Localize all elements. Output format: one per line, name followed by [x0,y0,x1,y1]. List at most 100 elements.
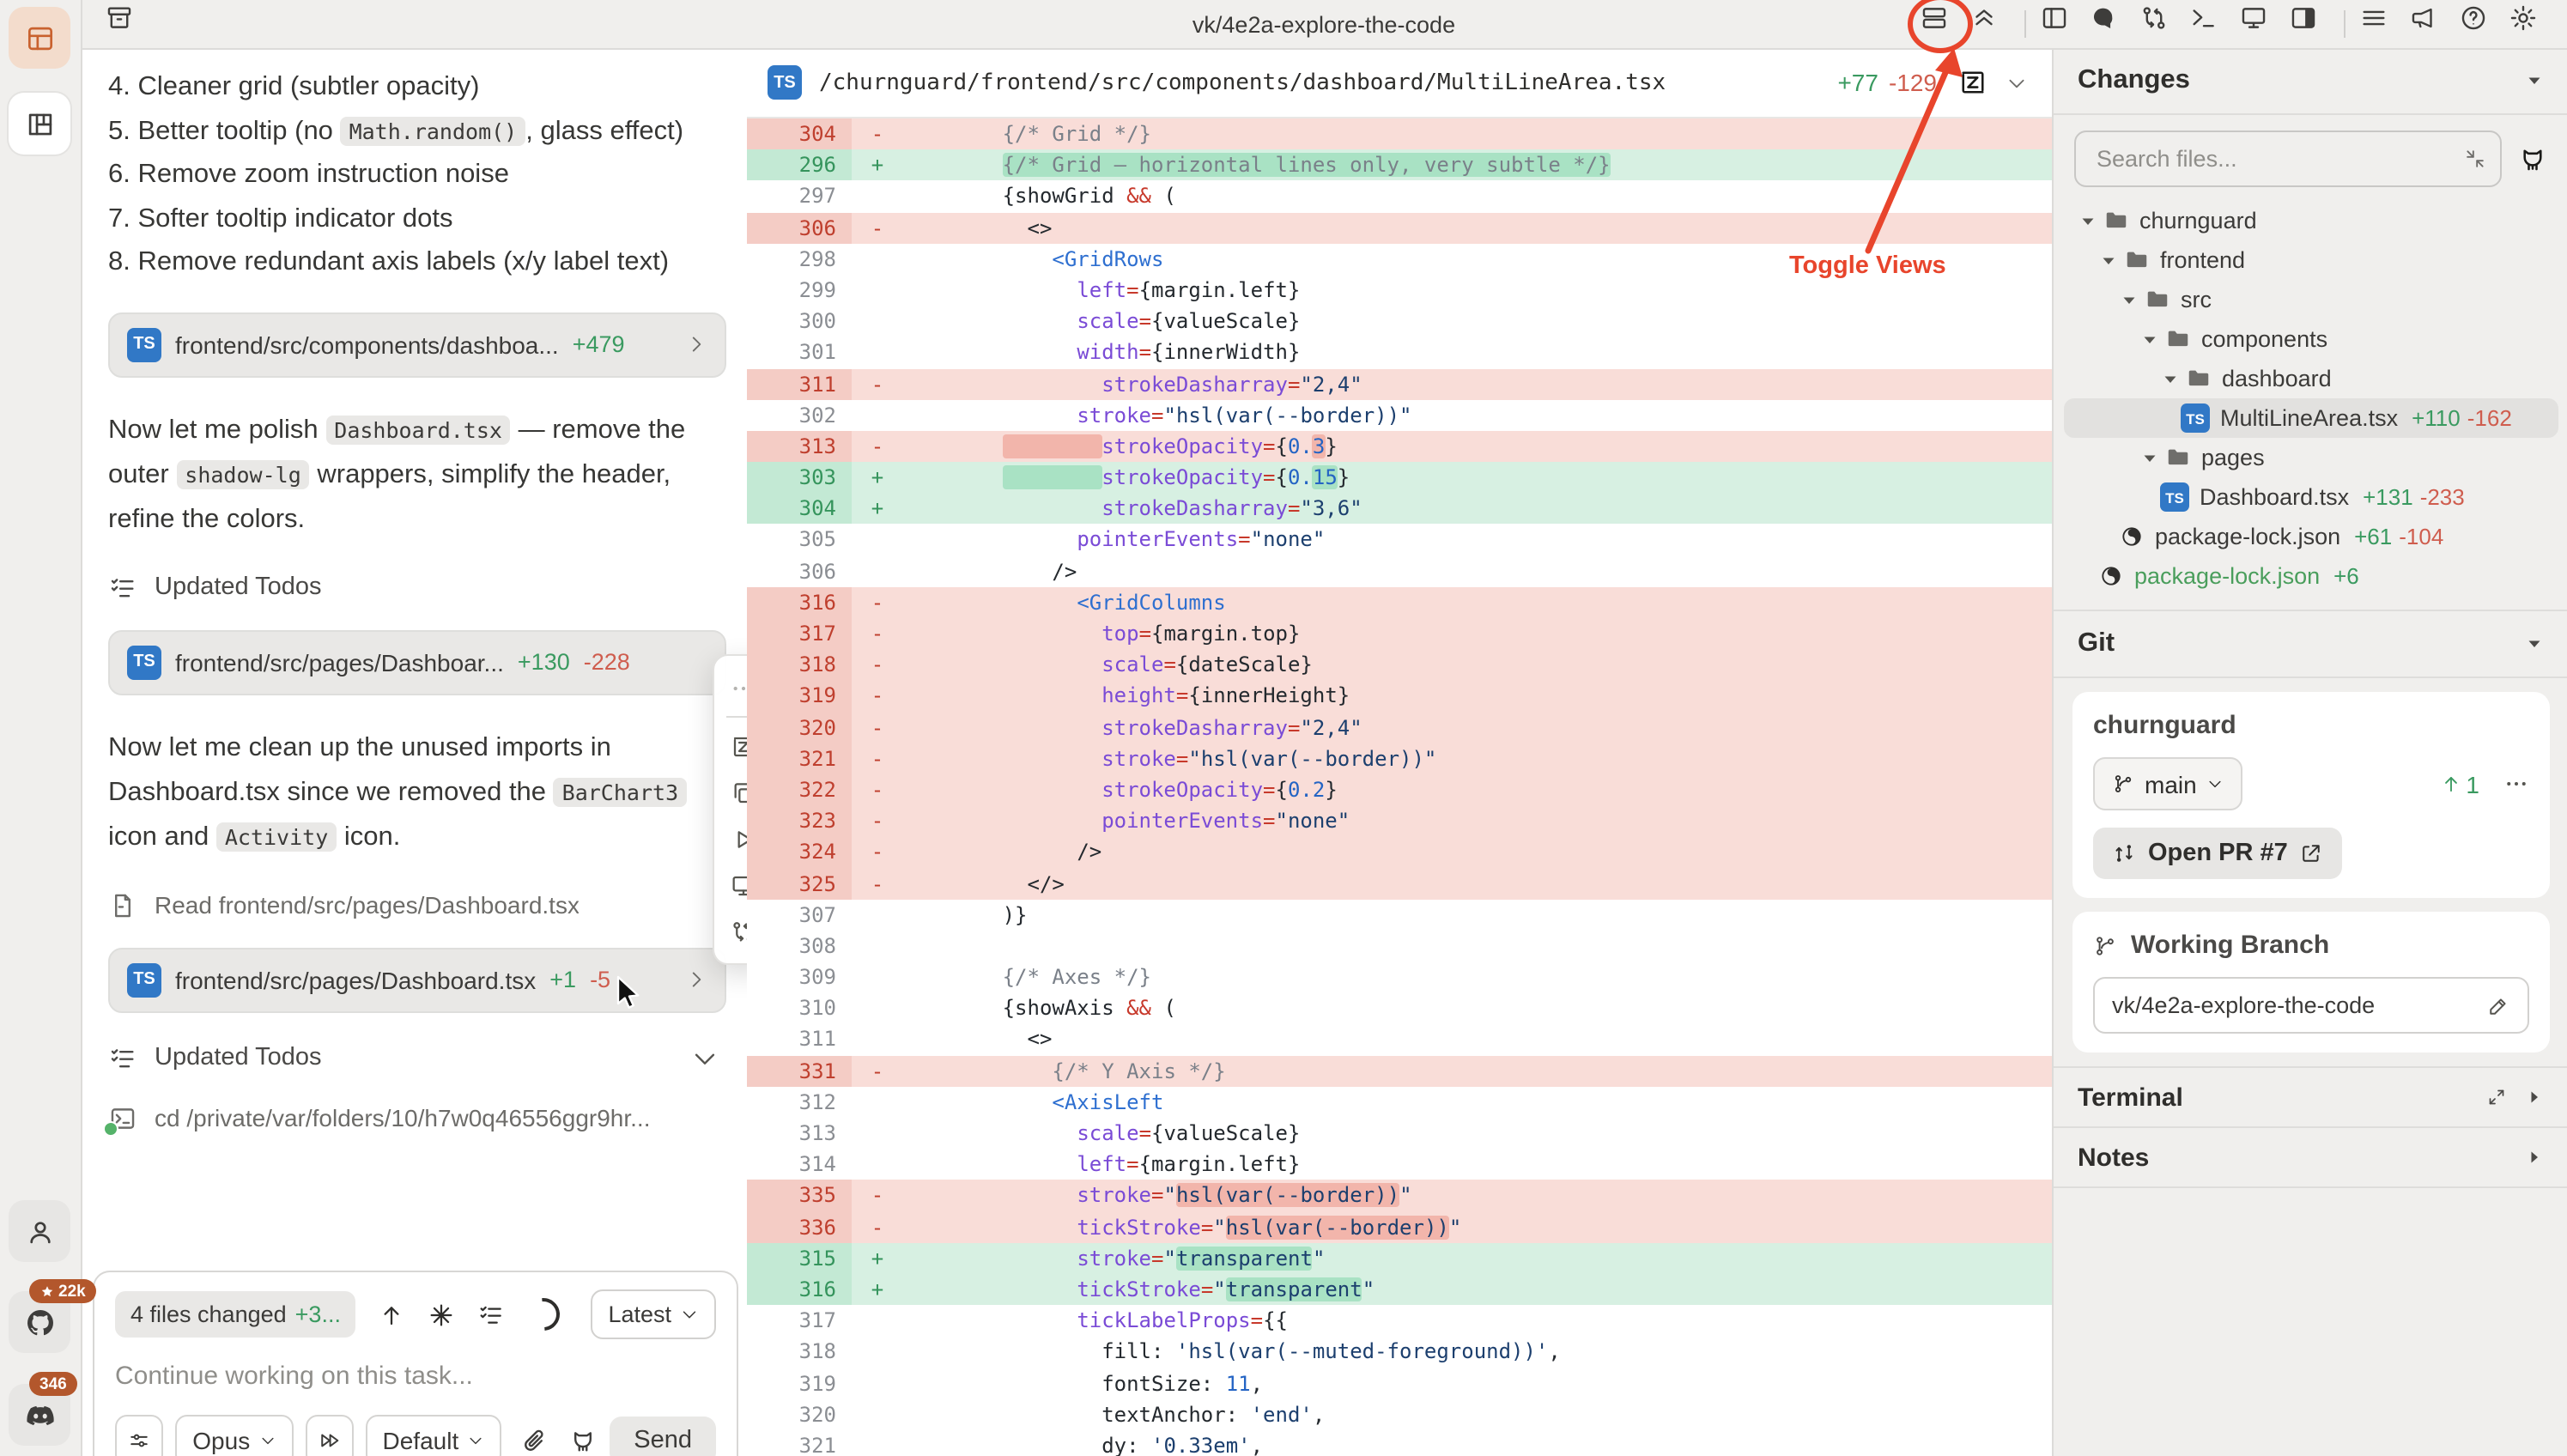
file-chip[interactable]: TSfrontend/src/components/dashboa...+479 [108,312,726,377]
diff-line-code: /> [903,837,2052,868]
diff-line: 319 fontSize: 11, [747,1368,2052,1398]
monitor-icon[interactable] [2239,3,2280,45]
rail-github-button[interactable]: 22k [9,1291,70,1353]
rail-person-button[interactable] [9,1200,70,1262]
scroll-up-button[interactable] [379,1301,406,1328]
copy-button[interactable] [714,769,749,816]
expand-icon[interactable] [2486,1087,2507,1107]
diff-line-marker: - [852,368,903,399]
composer-input[interactable]: Continue working on this task... [115,1362,716,1391]
github-badge: 22k [29,1279,96,1303]
gear-icon[interactable] [2509,3,2550,45]
tree-file-package-lock.json[interactable]: package-lock.json+6 [2064,556,2558,596]
search-files-box[interactable] [2074,130,2502,187]
tree-file-Dashboard.tsx[interactable]: TSDashboard.tsx+131-233 [2064,477,2558,517]
terminal-prompt-icon[interactable] [2189,3,2230,45]
diff-line-code: {/* Axes */} [903,962,2052,992]
diff-code: 304- {/* Grid */}296+ {/* Grid — horizon… [747,118,2052,1456]
notes-section-header[interactable]: Notes [2054,1126,2567,1188]
cat-button[interactable] [568,1426,598,1455]
dots-horizontal-button[interactable] [714,664,749,711]
rail-layout-button[interactable] [9,7,70,69]
file-chip-name: frontend/src/components/dashboa... [175,331,559,358]
git-branch-icon [2112,773,2134,795]
diff-line: 335- stroke="hsl(var(--border))" [747,1180,2052,1211]
text-run: 7. Softer tooltip indicator dots [108,203,453,233]
spark-icon[interactable] [428,1301,456,1328]
read-file-row[interactable]: Read frontend/src/pages/Dashboard.tsx [108,890,726,919]
diff-line-number: 306 [747,555,852,586]
archive-icon[interactable] [105,3,146,45]
open-pr-button[interactable]: Open PR #7 [2093,828,2343,879]
tree-folder-churnguard[interactable]: churnguard [2064,201,2558,240]
tree-folder-frontend[interactable]: frontend [2064,240,2558,280]
megaphone-icon[interactable] [2409,3,2450,45]
toolbar-divider [2344,10,2345,38]
git-section-header[interactable]: Git [2054,610,2567,678]
chevron-down-icon [680,1305,699,1324]
files-changed-chip[interactable]: 4 files changed +3... [115,1291,356,1338]
updated-todos-row[interactable]: Updated Todos [108,1043,726,1072]
tree-folder-dashboard[interactable]: dashboard [2064,359,2558,398]
rail-discord-button[interactable]: 346 [9,1384,70,1446]
mode-dropdown[interactable]: Default [366,1415,502,1456]
zed-icon[interactable] [1957,67,1988,98]
latest-dropdown[interactable]: Latest [591,1289,716,1339]
file-chip-added: +479 [573,331,625,357]
diff-line-number: 316 [747,1274,852,1305]
rows-icon[interactable] [1920,3,1961,45]
terminal-section-header[interactable]: Terminal [2054,1066,2567,1126]
todo-list-button[interactable] [478,1301,506,1328]
play-button[interactable] [714,816,749,862]
changes-section-header[interactable]: Changes [2054,48,2567,115]
loading-spinner [521,1291,567,1338]
collapse-tree-icon[interactable] [2464,148,2486,170]
tool-row-label: Read frontend/src/pages/Dashboard.tsx [155,891,580,919]
git-compare-button[interactable] [714,908,749,955]
typescript-file-icon: TS [2160,482,2189,512]
search-files-input[interactable] [2093,144,2464,173]
diff-line: 318 fill: 'hsl(var(--muted-foreground))'… [747,1337,2052,1368]
terminal-command-row[interactable]: cd /private/var/folders/10/h7w0q46556ggr… [108,1103,726,1132]
menu-icon[interactable] [2359,3,2400,45]
panel-right-icon[interactable] [2289,3,2330,45]
chevron-down-icon[interactable] [690,1043,719,1072]
chat-bubble-icon[interactable] [2090,3,2131,45]
text-run: 4. Cleaner grid (subtler opacity) [108,72,480,101]
monitor-button[interactable] [714,862,749,908]
tree-file-MultiLineArea.tsx[interactable]: TSMultiLineArea.tsx+110-162 [2064,398,2558,438]
panel-left-icon[interactable] [2040,3,2081,45]
working-branch-field[interactable]: vk/4e2a-explore-the-code [2093,977,2529,1034]
git-more-button[interactable] [2503,771,2529,797]
rail-kanban-button[interactable] [9,93,70,155]
attach-button[interactable] [520,1426,549,1455]
typescript-file-icon: TS [768,65,802,100]
diff-line: 325- </> [747,868,2052,899]
git-branch-row: main 1 [2093,757,2529,810]
tree-folder-pages[interactable]: pages [2064,438,2558,477]
diff-line-code: <GridColumns [903,587,2052,618]
updated-todos-row[interactable]: Updated Todos [108,573,726,602]
chevrons-up-icon[interactable] [1969,3,2011,45]
text-run: 8. Remove redundant axis labels (x/y lab… [108,247,669,276]
model-dropdown[interactable]: Opus [175,1415,293,1456]
tree-item-name: dashboard [2222,366,2332,391]
diff-line: 297 {showGrid && ( [747,181,2052,212]
git-compare-icon[interactable] [2139,3,2181,45]
tree-file-package-lock.json[interactable]: package-lock.json+61-104 [2064,517,2558,556]
chevron-down-icon[interactable] [2006,71,2028,94]
cat-icon[interactable] [2517,143,2548,174]
settings-sliders-button[interactable] [115,1415,163,1456]
file-chip[interactable]: TSfrontend/src/pages/Dashboar...+130-228 [108,629,726,695]
diff-line-marker [852,931,903,962]
zed-button[interactable] [714,723,749,769]
tree-folder-components[interactable]: components [2064,319,2558,359]
diff-line-marker: - [852,774,903,805]
fast-forward-button[interactable] [305,1415,353,1456]
branch-dropdown[interactable]: main [2093,757,2243,810]
commits-ahead[interactable]: 1 [2440,770,2479,798]
send-button[interactable]: Send [610,1417,716,1456]
edit-branch-icon[interactable] [2486,993,2510,1017]
tree-folder-src[interactable]: src [2064,280,2558,319]
help-icon[interactable] [2459,3,2500,45]
